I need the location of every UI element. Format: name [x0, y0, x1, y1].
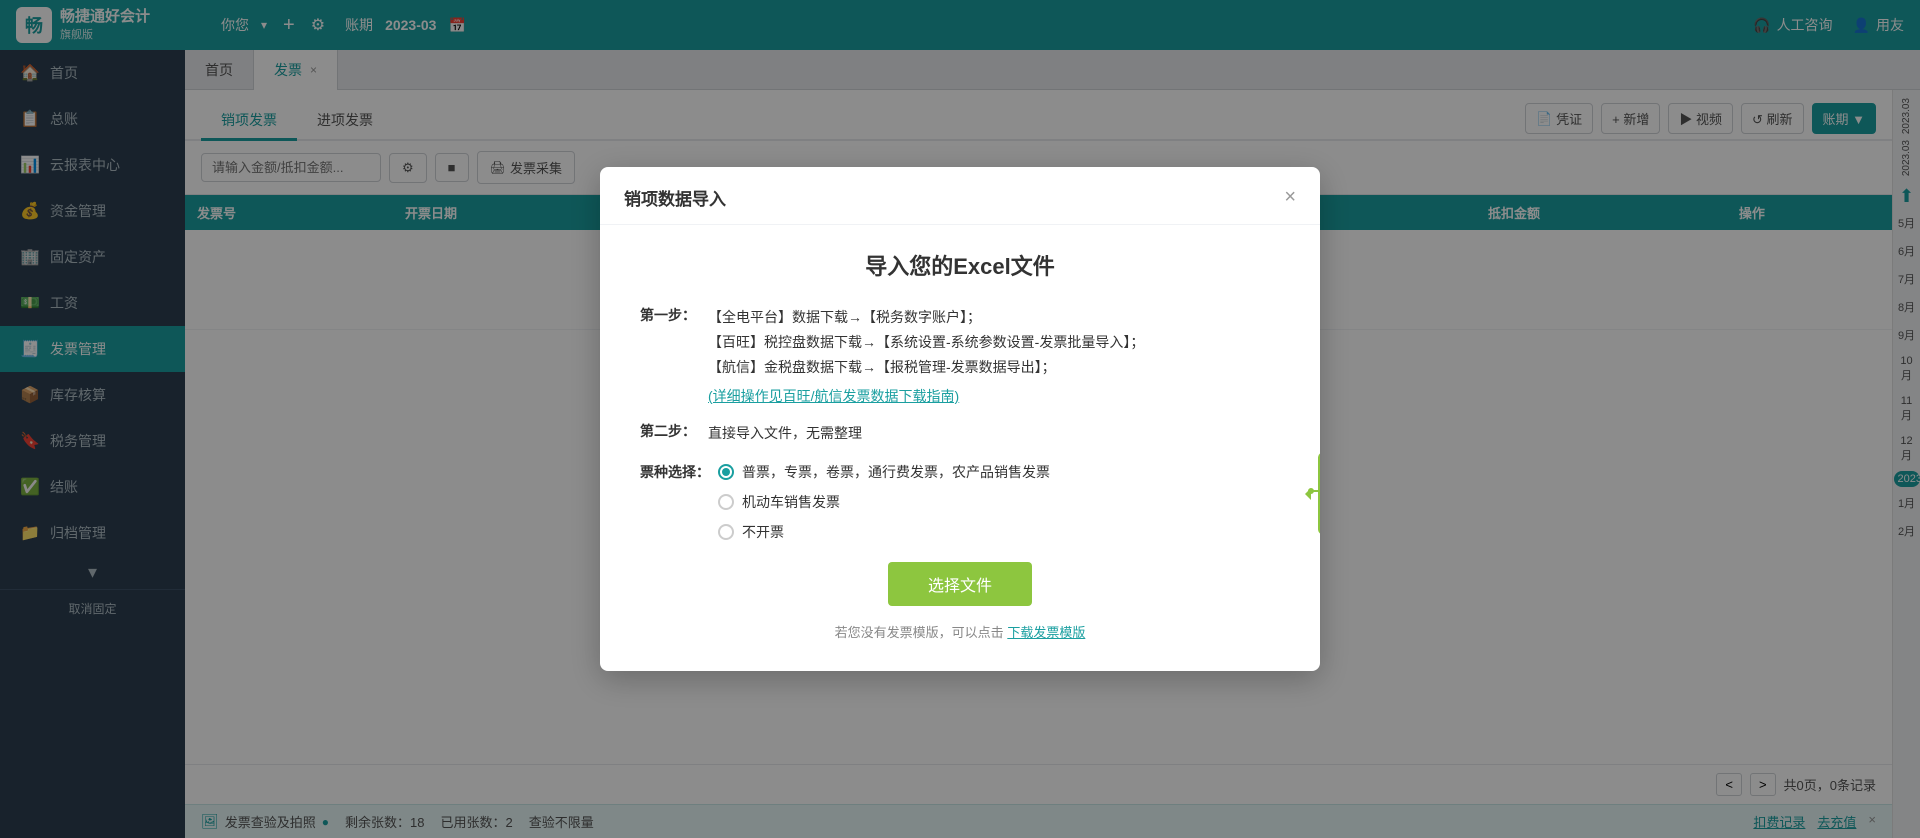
- modal-btn-row: 选择文件: [640, 562, 1280, 606]
- step2-row: 第二步： 直接导入文件，无需整理: [640, 421, 1280, 446]
- modal-close-button[interactable]: ×: [1284, 186, 1296, 209]
- step1-label: 第一步：: [640, 305, 700, 410]
- radio-option-1[interactable]: 普票，专票，卷票，通行费发票，农产品销售发票: [718, 462, 1050, 482]
- ticket-label: 票种选择：: [640, 462, 710, 482]
- radio-group: 普票，专票，卷票，通行费发票，农产品销售发票 机动车销售发票 不开票: [718, 462, 1050, 542]
- modal-body: 导入您的Excel文件 第一步： 【全电平台】数据下载→【税务数字账户】； 【百…: [600, 225, 1320, 672]
- footer-text: 若您没有发票模版，可以点击: [835, 625, 1004, 640]
- import-modal: 销项数据导入 × 导入您的Excel文件 第一步： 【全电平台】数据下载→【税务…: [600, 167, 1320, 672]
- modal-overlay[interactable]: 销项数据导入 × 导入您的Excel文件 第一步： 【全电平台】数据下载→【税务…: [0, 0, 1920, 838]
- tooltip-bubble: × 现在支持的票种多了，导入发票时别忘了选择正确的发票类型呀！: [1318, 452, 1320, 534]
- step1-row: 第一步： 【全电平台】数据下载→【税务数字账户】； 【百旺】税控盘数据下载→【系…: [640, 305, 1280, 410]
- radio-option-3[interactable]: 不开票: [718, 522, 1050, 542]
- select-file-button[interactable]: 选择文件: [888, 562, 1032, 606]
- modal-main-title: 导入您的Excel文件: [640, 249, 1280, 281]
- radio-circle-1: [718, 464, 734, 480]
- radio-label-3: 不开票: [742, 522, 784, 542]
- step1-line3: 【航信】金税盘数据下载→【报税管理-发票数据导出】；: [708, 355, 1144, 380]
- step1-line2: 【百旺】税控盘数据下载→【系统设置-系统参数设置-发票批量导入】；: [708, 330, 1144, 355]
- step2-content: 直接导入文件，无需整理: [708, 421, 862, 446]
- radio-label-2: 机动车销售发票: [742, 492, 840, 512]
- radio-circle-2: [718, 494, 734, 510]
- modal-footer: 若您没有发票模版，可以点击 下载发票模版: [640, 622, 1280, 641]
- guide-link[interactable]: (详细操作见百旺/航信发票数据下载指南): [708, 388, 959, 404]
- radio-option-2[interactable]: 机动车销售发票: [718, 492, 1050, 512]
- step1-line1: 【全电平台】数据下载→【税务数字账户】；: [708, 305, 1144, 330]
- ticket-selection-row: 票种选择： 普票，专票，卷票，通行费发票，农产品销售发票 机动车销售发票 不开票: [640, 462, 1280, 542]
- radio-label-1: 普票，专票，卷票，通行费发票，农产品销售发票: [742, 462, 1050, 482]
- modal-header: 销项数据导入 ×: [600, 167, 1320, 225]
- download-template-link[interactable]: 下载发票模版: [1007, 625, 1085, 640]
- step1-content: 【全电平台】数据下载→【税务数字账户】； 【百旺】税控盘数据下载→【系统设置-系…: [708, 305, 1144, 410]
- radio-circle-3: [718, 524, 734, 540]
- modal-title: 销项数据导入: [624, 185, 726, 210]
- step2-label: 第二步：: [640, 421, 700, 446]
